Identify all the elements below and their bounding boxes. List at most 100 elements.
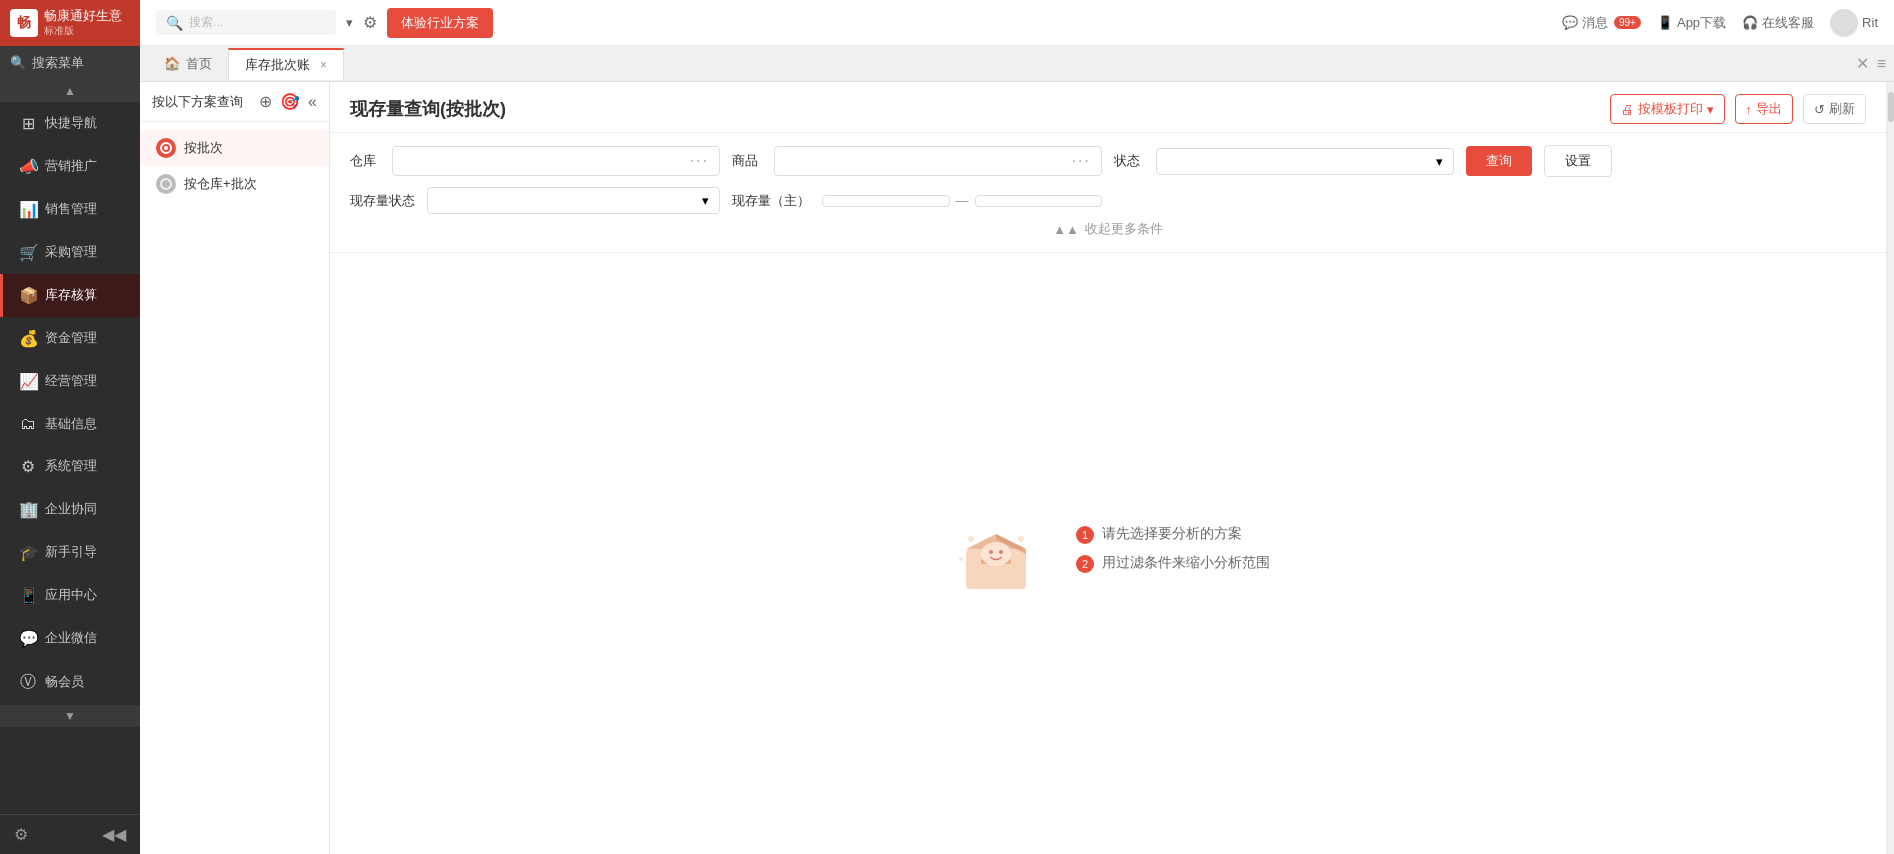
tab-home[interactable]: 🏠 首页: [148, 49, 228, 79]
warehouse-more-icon[interactable]: ···: [690, 152, 709, 170]
tab-bar: 🏠 首页 库存批次账 × ✕ ≡: [140, 46, 1894, 82]
sidebar-item-sales[interactable]: 📊 销售管理: [0, 188, 140, 231]
topbar-search-box[interactable]: 🔍 搜索...: [156, 10, 336, 35]
more-pages-icon[interactable]: ≡: [1877, 55, 1886, 73]
inventory-icon: 📦: [19, 286, 37, 305]
status-select[interactable]: ▾: [1156, 148, 1454, 175]
topbar-right: 💬 消息 99+ 📱 App下载 🎧 在线客服 Rit: [1562, 9, 1878, 37]
export-btn[interactable]: ↑ 导出: [1735, 94, 1794, 124]
collapse-left-btn[interactable]: «: [308, 93, 317, 111]
sidebar-item-newbie[interactable]: 🎓 新手引导: [0, 531, 140, 574]
qty-dash: —: [956, 193, 969, 208]
sidebar-item-marketing[interactable]: 📣 营销推广: [0, 145, 140, 188]
sidebar-item-label: 资金管理: [45, 329, 97, 347]
inventory-status-dropdown-icon: ▾: [702, 193, 709, 208]
app-download-btn[interactable]: 📱 App下载: [1657, 14, 1726, 32]
messages-btn[interactable]: 💬 消息 99+: [1562, 14, 1641, 32]
sidebar-item-system[interactable]: ⚙ 系统管理: [0, 445, 140, 488]
scrollbar-thumb: [1888, 92, 1894, 122]
sidebar-item-label: 销售管理: [45, 200, 97, 218]
sidebar-item-label: 经营管理: [45, 372, 97, 390]
tab-inventory-batch[interactable]: 库存批次账 ×: [228, 48, 344, 80]
online-service-btn[interactable]: 🎧 在线客服: [1742, 14, 1814, 32]
svg-point-9: [999, 550, 1003, 554]
product-label: 商品: [732, 152, 768, 170]
empty-text-container: 1 请先选择要分析的方案 2 用过滤条件来缩小分析范围: [1076, 525, 1270, 583]
warehouse-input[interactable]: ···: [392, 146, 720, 176]
online-service-label: 在线客服: [1762, 14, 1814, 32]
filter-row-1: 仓库 ··· 商品 ···: [350, 145, 1866, 177]
plan-item-label: 按批次: [184, 139, 223, 157]
finance-icon: 💰: [19, 329, 37, 348]
scroll-up-btn[interactable]: ▲: [0, 80, 140, 102]
svg-point-7: [981, 542, 1011, 566]
user-name: Rit: [1862, 15, 1878, 30]
right-main: 现存量查询(按批次) 🖨 按模板打印 ▾ ↑ 导出 ↺ 刷新: [330, 82, 1886, 854]
sidebar-item-label: 新手引导: [45, 543, 97, 561]
export-label: 导出: [1756, 100, 1782, 118]
inventory-status-select[interactable]: ▾: [427, 187, 720, 214]
search-label: 搜索菜单: [32, 54, 84, 72]
sales-icon: 📊: [19, 200, 37, 219]
right-scrollbar[interactable]: [1886, 82, 1894, 854]
plan-settings-btn[interactable]: 🎯: [280, 92, 300, 111]
close-page-icon[interactable]: ✕: [1856, 54, 1869, 73]
refresh-label: 刷新: [1829, 100, 1855, 118]
template-print-btn[interactable]: 🖨 按模板打印 ▾: [1610, 94, 1725, 124]
sidebar-item-wechat[interactable]: 💬 企业微信: [0, 617, 140, 660]
sidebar-item-operations[interactable]: 📈 经营管理: [0, 360, 140, 403]
sidebar-item-purchase[interactable]: 🛒 采购管理: [0, 231, 140, 274]
app-title: 畅康通好生意: [44, 8, 122, 24]
empty-hint-1: 1 请先选择要分析的方案: [1076, 525, 1270, 544]
query-btn[interactable]: 查询: [1466, 146, 1532, 176]
scroll-down-btn[interactable]: ▼: [0, 705, 140, 727]
tab-close-btn[interactable]: ×: [320, 58, 327, 72]
phone-icon: 📱: [1657, 15, 1673, 30]
page-content: 按以下方案查询 ⊕ 🎯 « 按批次 按仓: [140, 82, 1894, 854]
empty-svg: [946, 504, 1046, 604]
sidebar-item-apps[interactable]: 📱 应用中心: [0, 574, 140, 617]
status-dropdown-icon: ▾: [1436, 154, 1443, 169]
filter-settings-btn[interactable]: 设置: [1544, 145, 1612, 177]
collapse-sidebar-icon[interactable]: ◀◀: [102, 825, 126, 844]
sidebar-item-enterprise[interactable]: 🏢 企业协同: [0, 488, 140, 531]
inventory-qty-min[interactable]: [822, 195, 950, 207]
page-header-actions: 🖨 按模板打印 ▾ ↑ 导出 ↺ 刷新: [1610, 94, 1867, 124]
sidebar-search[interactable]: 🔍 搜索菜单: [0, 46, 140, 80]
sidebar-item-finance[interactable]: 💰 资金管理: [0, 317, 140, 360]
plan-item-by-batch[interactable]: 按批次: [140, 130, 329, 166]
sidebar-item-label: 营销推广: [45, 157, 97, 175]
warehouse-filter: 仓库 ···: [350, 146, 720, 176]
page-title: 现存量查询(按批次): [350, 97, 506, 121]
empty-state: 1 请先选择要分析的方案 2 用过滤条件来缩小分析范围: [330, 253, 1886, 854]
trial-btn[interactable]: 体验行业方案: [387, 8, 493, 38]
apps-icon: 📱: [19, 586, 37, 605]
topbar-dropdown[interactable]: ▾: [346, 15, 353, 30]
export-icon: ↑: [1746, 102, 1753, 117]
left-panel: 按以下方案查询 ⊕ 🎯 « 按批次 按仓: [140, 82, 330, 854]
sidebar-item-inventory[interactable]: 📦 库存核算: [0, 274, 140, 317]
add-plan-btn[interactable]: ⊕: [259, 92, 272, 111]
plan-item-label: 按仓库+批次: [184, 175, 257, 193]
collapse-more-btn[interactable]: ▲▲ 收起更多条件: [350, 214, 1866, 240]
collapse-icon: ▲▲: [1053, 222, 1079, 237]
purchase-icon: 🛒: [19, 243, 37, 262]
app-download-label: App下载: [1677, 14, 1726, 32]
basic-icon: 🗂: [19, 415, 37, 433]
sidebar-item-quick-nav[interactable]: ⊞ 快捷导航: [0, 102, 140, 145]
sidebar-item-member[interactable]: Ⓥ 畅会员: [0, 660, 140, 705]
product-input[interactable]: ···: [774, 146, 1102, 176]
dropdown-arrow-icon: ▾: [346, 15, 353, 30]
inventory-qty-max[interactable]: [975, 195, 1103, 207]
plan-item-by-warehouse-batch[interactable]: 按仓库+批次: [140, 166, 329, 202]
user-avatar-area[interactable]: Rit: [1830, 9, 1878, 37]
topbar-gear-icon[interactable]: ⚙: [363, 13, 377, 32]
product-more-icon[interactable]: ···: [1072, 152, 1091, 170]
sidebar-item-label: 快捷导航: [45, 114, 97, 132]
operations-icon: 📈: [19, 372, 37, 391]
sidebar-item-basic[interactable]: 🗂 基础信息: [0, 403, 140, 445]
refresh-btn[interactable]: ↺ 刷新: [1803, 94, 1866, 124]
settings-icon[interactable]: ⚙: [14, 825, 28, 844]
collapse-label: 收起更多条件: [1085, 220, 1163, 238]
avatar: [1830, 9, 1858, 37]
